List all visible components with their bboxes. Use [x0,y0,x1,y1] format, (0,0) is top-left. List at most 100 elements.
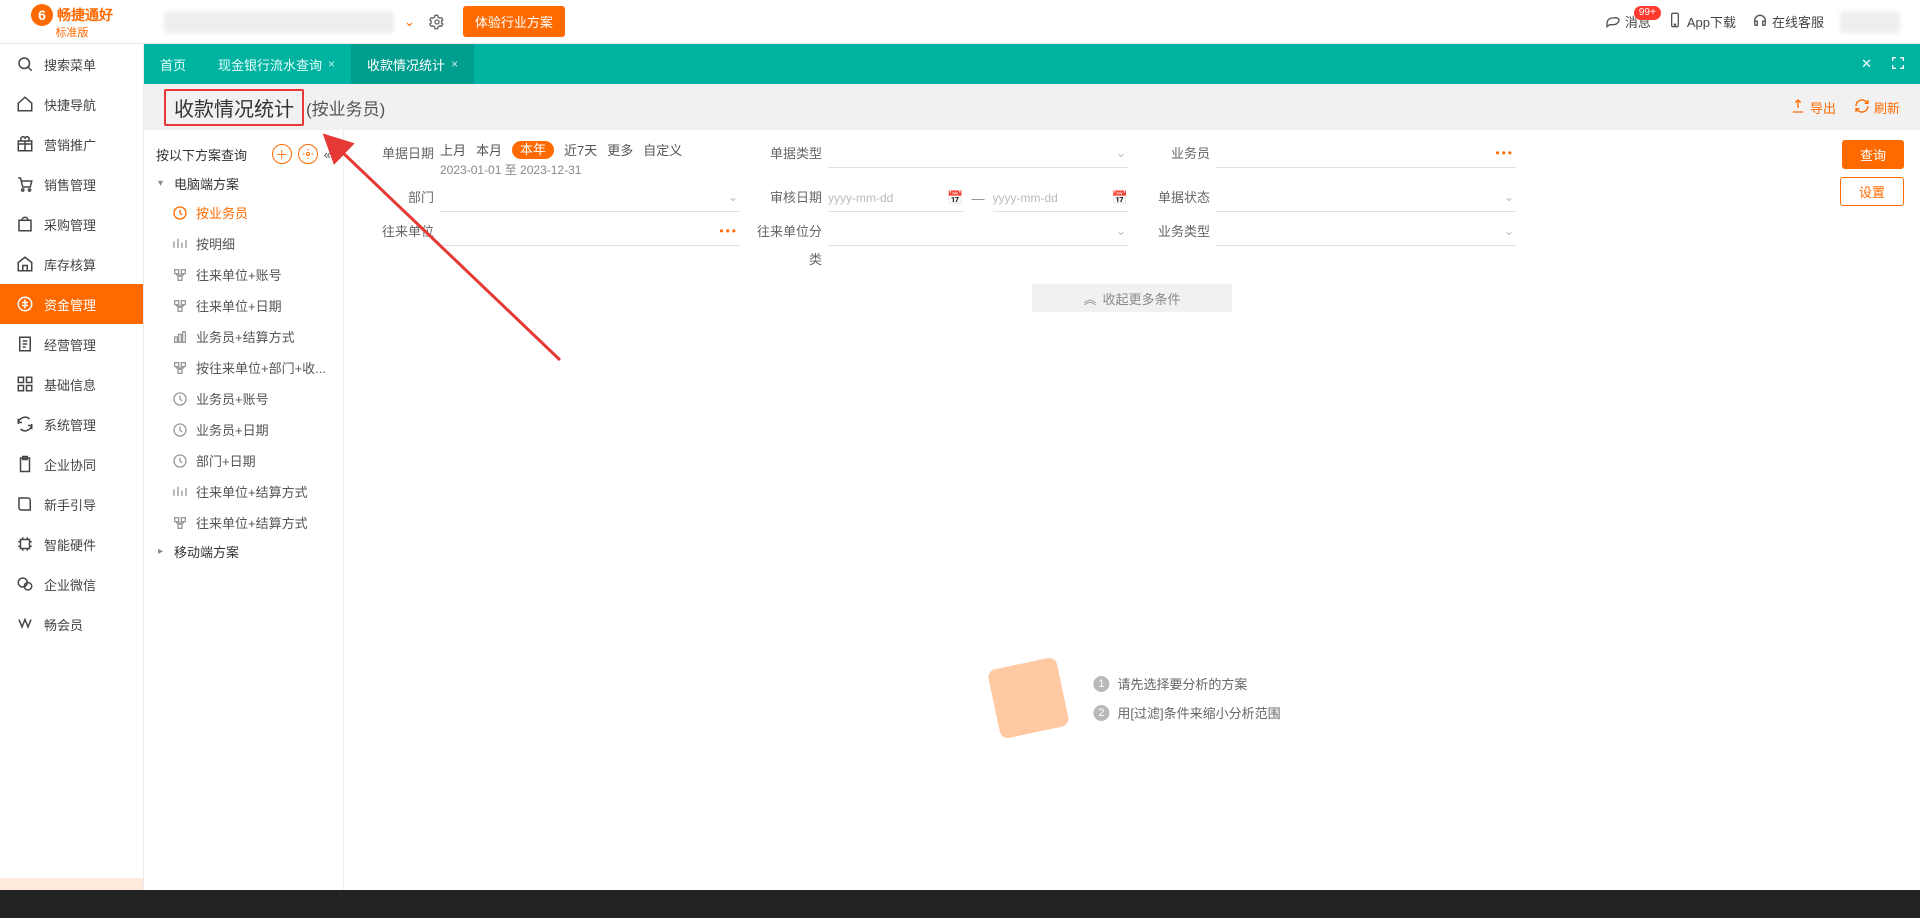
bars-icon [172,236,188,252]
scheme-item-0-1[interactable]: 按明细 [144,228,343,259]
online-service-label: 在线客服 [1772,12,1824,31]
salesperson-input[interactable]: ••• [1216,140,1516,168]
scheme-item-0-3[interactable]: 往来单位+日期 [144,290,343,321]
gear-icon[interactable] [425,10,449,34]
scheme-item-0-8[interactable]: 部门+日期 [144,445,343,476]
tree-icon [172,515,188,531]
search-icon [16,55,34,73]
tab-2[interactable]: 收款情况统计× [351,44,474,84]
filter-area: 单据日期 上月本月本年近7天更多自定义 2023-01-01 至 2023-12… [344,130,1920,890]
refresh-icon [1854,98,1870,117]
close-icon[interactable]: × [451,57,458,71]
audit-date-to[interactable]: yyyy-mm-dd📅 [993,184,1129,212]
sidebar-item-label: 库存核算 [44,255,96,274]
tree-icon [172,298,188,314]
date-preset[interactable]: 更多 [607,140,633,159]
scheme-group-1[interactable]: ▸移动端方案 [144,538,343,565]
range-sep: — [972,191,985,206]
collapse-scheme-icon[interactable]: « [324,147,331,162]
app-download-link[interactable]: App下载 [1667,12,1736,31]
department-input[interactable]: ⌄ [440,184,740,212]
date-preset[interactable]: 自定义 [643,140,682,159]
partner-category-input[interactable]: ⌄ [828,218,1128,246]
scheme-item-0-2[interactable]: 往来单位+账号 [144,259,343,290]
sidebar-item-1[interactable]: 快捷导航 [0,84,143,124]
bill-status-input[interactable]: ⌄ [1216,184,1516,212]
sidebar-item-6[interactable]: 资金管理 [0,284,143,324]
caret-icon: ▾ [158,178,168,189]
sidebar-item-5[interactable]: 库存核算 [0,244,143,284]
sidebar-item-13[interactable]: 企业微信 [0,564,143,604]
chevron-down-icon: ⌄ [728,190,738,204]
field-salesperson: 业务员 ••• [1136,140,1516,178]
sidebar-item-10[interactable]: 企业协同 [0,444,143,484]
close-icon[interactable]: × [328,57,335,71]
field-bill-status: 单据状态 ⌄ [1136,184,1516,212]
sidebar-item-3[interactable]: 销售管理 [0,164,143,204]
sidebar-item-2[interactable]: 营销推广 [0,124,143,164]
tab-close-icon[interactable]: ✕ [1861,56,1872,72]
sidebar-item-8[interactable]: 基础信息 [0,364,143,404]
sidebar-item-12[interactable]: 智能硬件 [0,524,143,564]
clock-icon [172,391,188,407]
sidebar-item-label: 新手引导 [44,495,96,514]
calendar-icon: 📅 [1112,190,1128,206]
sidebar-item-4[interactable]: 采购管理 [0,204,143,244]
add-scheme-icon[interactable]: ＋ [272,144,292,164]
scheme-item-0-0[interactable]: 按业务员 [144,197,343,228]
query-button[interactable]: 查询 [1842,140,1904,169]
tenant-dropdown-icon[interactable]: ⌄ [404,14,415,30]
scheme-item-0-6[interactable]: 业务员+账号 [144,383,343,414]
date-range-text: 2023-01-01 至 2023-12-31 [440,161,740,178]
sidebar-item-9[interactable]: 系统管理 [0,404,143,444]
sidebar-item-label: 基础信息 [44,375,96,394]
clipboard-icon [16,455,34,473]
scheme-item-0-9[interactable]: 往来单位+结算方式 [144,476,343,507]
bill-type-input[interactable]: ⌄ [828,140,1128,168]
calendar-icon: 📅 [947,190,963,206]
cart-icon [16,175,34,193]
sidebar-item-14[interactable]: 畅会员 [0,604,143,644]
avatar[interactable] [1840,11,1900,33]
date-preset[interactable]: 上月 [440,140,466,159]
scheme-item-0-10[interactable]: 往来单位+结算方式 [144,507,343,538]
scheme-item-0-7[interactable]: 业务员+日期 [144,414,343,445]
scheme-item-0-5[interactable]: 按往来单位+部门+收... [144,352,343,383]
sidebar-item-label: 系统管理 [44,415,96,434]
clock-icon [172,422,188,438]
business-type-input[interactable]: ⌄ [1216,218,1516,246]
date-preset[interactable]: 本月 [476,140,502,159]
online-service-link[interactable]: 在线客服 [1752,12,1824,31]
tenant-name-blur [164,11,394,33]
tab-0[interactable]: 首页 [144,44,202,84]
sidebar: 搜索菜单快捷导航营销推广销售管理采购管理库存核算资金管理经营管理基础信息系统管理… [0,44,144,918]
export-button[interactable]: 导出 [1790,98,1836,117]
chevron-down-icon: ⌄ [1116,146,1126,160]
sidebar-item-7[interactable]: 经营管理 [0,324,143,364]
house-icon [16,255,34,273]
experience-button[interactable]: 体验行业方案 [463,6,565,37]
fullscreen-icon[interactable] [1890,55,1906,74]
scheme-group-0[interactable]: ▾电脑端方案 [144,170,343,197]
gift-icon [16,135,34,153]
chevron-down-icon: ⌄ [1504,224,1514,238]
scheme-settings-icon[interactable] [298,144,318,164]
sidebar-item-11[interactable]: 新手引导 [0,484,143,524]
collapse-conditions-button[interactable]: ︽ 收起更多条件 [1032,284,1232,312]
messages-link[interactable]: 消息 99+ [1605,12,1651,31]
partner-input[interactable]: ••• [440,218,740,246]
date-preset[interactable]: 近7天 [564,140,597,159]
date-preset[interactable]: 本年 [512,141,554,159]
scheme-item-0-4[interactable]: 业务员+结算方式 [144,321,343,352]
refresh-icon [16,415,34,433]
tab-1[interactable]: 现金银行流水查询× [202,44,351,84]
audit-date-from[interactable]: yyyy-mm-dd📅 [828,184,964,212]
field-bill-type: 单据类型 ⌄ [748,140,1128,178]
content: 按以下方案查询 ＋ « ▾电脑端方案按业务员按明细往来单位+账号往来单位+日期业… [144,130,1920,890]
sidebar-item-0[interactable]: 搜索菜单 [0,44,143,84]
sidebar-item-label: 经营管理 [44,335,96,354]
settings-button[interactable]: 设置 [1840,177,1904,206]
chart-icon [172,329,188,345]
headset-icon [1752,12,1768,31]
refresh-button[interactable]: 刷新 [1854,98,1900,117]
